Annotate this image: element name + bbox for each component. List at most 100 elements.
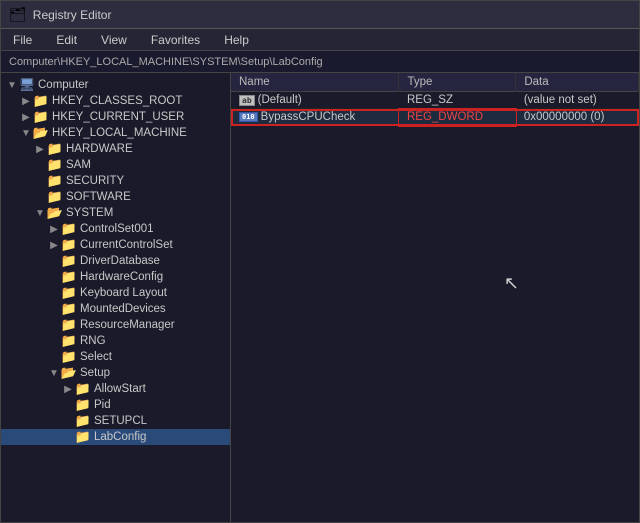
- tree-label-system: SYSTEM: [66, 207, 113, 219]
- expander-resourcemanager: [47, 320, 61, 331]
- row-default-type: REG_SZ: [399, 92, 516, 109]
- tree-label-security: SECURITY: [66, 175, 124, 187]
- tree-item-current-user[interactable]: ▶ 📁 HKEY_CURRENT_USER: [1, 109, 230, 125]
- expander-select: [47, 352, 61, 363]
- expander-allowstart: ▶: [61, 384, 75, 395]
- folder-icon-system: 📂: [47, 206, 63, 220]
- folder-icon-software: 📁: [47, 190, 63, 204]
- tree-label-select: Select: [80, 351, 112, 363]
- tree-label-rng: RNG: [80, 335, 106, 347]
- expander-hardware: ▶: [33, 144, 47, 155]
- tree-item-labconfig[interactable]: 📁 LabConfig: [1, 429, 230, 445]
- tree-item-currentcontrolset[interactable]: ▶ 📁 CurrentControlSet: [1, 237, 230, 253]
- computer-icon: 🖥: [19, 78, 35, 92]
- tree-label-local-machine: HKEY_LOCAL_MACHINE: [52, 127, 187, 139]
- dword-icon: 010: [239, 112, 258, 122]
- registry-table: Name Type Data ab (Default): [231, 73, 639, 126]
- folder-icon-currentcontrolset: 📁: [61, 238, 77, 252]
- tree-item-driverdatabase[interactable]: 📁 DriverDatabase: [1, 253, 230, 269]
- menu-file[interactable]: File: [9, 32, 36, 48]
- folder-icon-select: 📁: [61, 350, 77, 364]
- tree-item-select[interactable]: 📁 Select: [1, 349, 230, 365]
- row-bypass-name: 010 BypassCPUCheck: [231, 109, 399, 126]
- tree-label-setupcl: SETUPCL: [94, 415, 147, 427]
- tree-item-computer[interactable]: ▼ 🖥 Computer: [1, 77, 230, 93]
- expander-driverdatabase: [47, 256, 61, 267]
- expander-rng: [47, 336, 61, 347]
- tree-item-classes-root[interactable]: ▶ 📁 HKEY_CLASSES_ROOT: [1, 93, 230, 109]
- table-row[interactable]: ab (Default) REG_SZ (value not set): [231, 92, 639, 109]
- registry-editor-window: 🗂 Registry Editor File Edit View Favorit…: [0, 0, 640, 523]
- registry-tree[interactable]: ▼ 🖥 Computer ▶ 📁 HKEY_CLASSES_ROOT ▶ 📁 H…: [1, 73, 231, 522]
- tree-label-computer: Computer: [38, 79, 89, 91]
- menu-view[interactable]: View: [97, 32, 131, 48]
- expander-mounteddevices: [47, 304, 61, 315]
- tree-item-setupcl[interactable]: 📁 SETUPCL: [1, 413, 230, 429]
- tree-item-mounteddevices[interactable]: 📁 MountedDevices: [1, 301, 230, 317]
- folder-icon-setup: 📂: [61, 366, 77, 380]
- tree-item-resourcemanager[interactable]: 📁 ResourceManager: [1, 317, 230, 333]
- tree-label-hardware: HARDWARE: [66, 143, 133, 155]
- tree-label-currentcontrolset: CurrentControlSet: [80, 239, 173, 251]
- menu-favorites[interactable]: Favorites: [147, 32, 204, 48]
- tree-item-security[interactable]: 📁 SECURITY: [1, 173, 230, 189]
- expander-system: ▼: [33, 208, 47, 219]
- row-bypass-type: REG_DWORD: [399, 109, 516, 126]
- folder-icon-sam: 📁: [47, 158, 63, 172]
- expander-controlset001: ▶: [47, 224, 61, 235]
- registry-values-panel: Name Type Data ab (Default): [231, 73, 639, 522]
- address-path: Computer\HKEY_LOCAL_MACHINE\SYSTEM\Setup…: [9, 56, 323, 68]
- window-title: Registry Editor: [33, 8, 112, 22]
- tree-item-local-machine[interactable]: ▼ 📂 HKEY_LOCAL_MACHINE: [1, 125, 230, 141]
- menu-bar: File Edit View Favorites Help: [1, 29, 639, 51]
- folder-icon-pid: 📁: [75, 398, 91, 412]
- tree-label-classes-root: HKEY_CLASSES_ROOT: [52, 95, 182, 107]
- tree-item-system[interactable]: ▼ 📂 SYSTEM: [1, 205, 230, 221]
- tree-item-sam[interactable]: 📁 SAM: [1, 157, 230, 173]
- tree-item-software[interactable]: 📁 SOFTWARE: [1, 189, 230, 205]
- main-content: ▼ 🖥 Computer ▶ 📁 HKEY_CLASSES_ROOT ▶ 📁 H…: [1, 73, 639, 522]
- folder-icon-labconfig: 📁: [75, 430, 91, 444]
- expander-security: [33, 176, 47, 187]
- expander-currentcontrolset: ▶: [47, 240, 61, 251]
- tree-item-keyboard-layout[interactable]: 📁 Keyboard Layout: [1, 285, 230, 301]
- tree-label-sam: SAM: [66, 159, 91, 171]
- ab-icon: ab: [239, 95, 255, 106]
- table-header-row: Name Type Data: [231, 73, 639, 92]
- tree-label-software: SOFTWARE: [66, 191, 131, 203]
- tree-item-rng[interactable]: 📁 RNG: [1, 333, 230, 349]
- table-row-editing[interactable]: 010 BypassCPUCheck REG_DWORD 0x00000000 …: [231, 109, 639, 126]
- row-default-name: ab (Default): [231, 92, 399, 109]
- tree-item-controlset001[interactable]: ▶ 📁 ControlSet001: [1, 221, 230, 237]
- folder-icon-allowstart: 📁: [75, 382, 91, 396]
- tree-label-setup: Setup: [80, 367, 110, 379]
- expander-local-machine: ▼: [19, 128, 33, 139]
- tree-label-resourcemanager: ResourceManager: [80, 319, 175, 331]
- row-bypass-data: 0x00000000 (0): [516, 109, 639, 126]
- folder-icon-resourcemanager: 📁: [61, 318, 77, 332]
- tree-item-allowstart[interactable]: ▶ 📁 AllowStart: [1, 381, 230, 397]
- folder-icon-classes-root: 📁: [33, 94, 49, 108]
- tree-item-hardware[interactable]: ▶ 📁 HARDWARE: [1, 141, 230, 157]
- folder-icon-current-user: 📁: [33, 110, 49, 124]
- folder-icon-security: 📁: [47, 174, 63, 188]
- tree-label-driverdatabase: DriverDatabase: [80, 255, 160, 267]
- title-bar: 🗂 Registry Editor: [1, 1, 639, 29]
- expander-computer: ▼: [5, 80, 19, 91]
- expander-labconfig: [61, 432, 75, 443]
- tree-item-hardwareconfig[interactable]: 📁 HardwareConfig: [1, 269, 230, 285]
- expander-pid: [61, 400, 75, 411]
- tree-label-hardwareconfig: HardwareConfig: [80, 271, 163, 283]
- folder-icon-hardware: 📁: [47, 142, 63, 156]
- col-type: Type: [399, 73, 516, 92]
- tree-label-labconfig: LabConfig: [94, 431, 146, 443]
- folder-icon-rng: 📁: [61, 334, 77, 348]
- tree-label-keyboard-layout: Keyboard Layout: [80, 287, 167, 299]
- menu-edit[interactable]: Edit: [52, 32, 81, 48]
- menu-help[interactable]: Help: [220, 32, 253, 48]
- tree-item-setup[interactable]: ▼ 📂 Setup: [1, 365, 230, 381]
- tree-item-pid[interactable]: 📁 Pid: [1, 397, 230, 413]
- row-default-data: (value not set): [516, 92, 639, 109]
- app-icon: 🗂: [9, 6, 27, 23]
- tree-label-allowstart: AllowStart: [94, 383, 146, 395]
